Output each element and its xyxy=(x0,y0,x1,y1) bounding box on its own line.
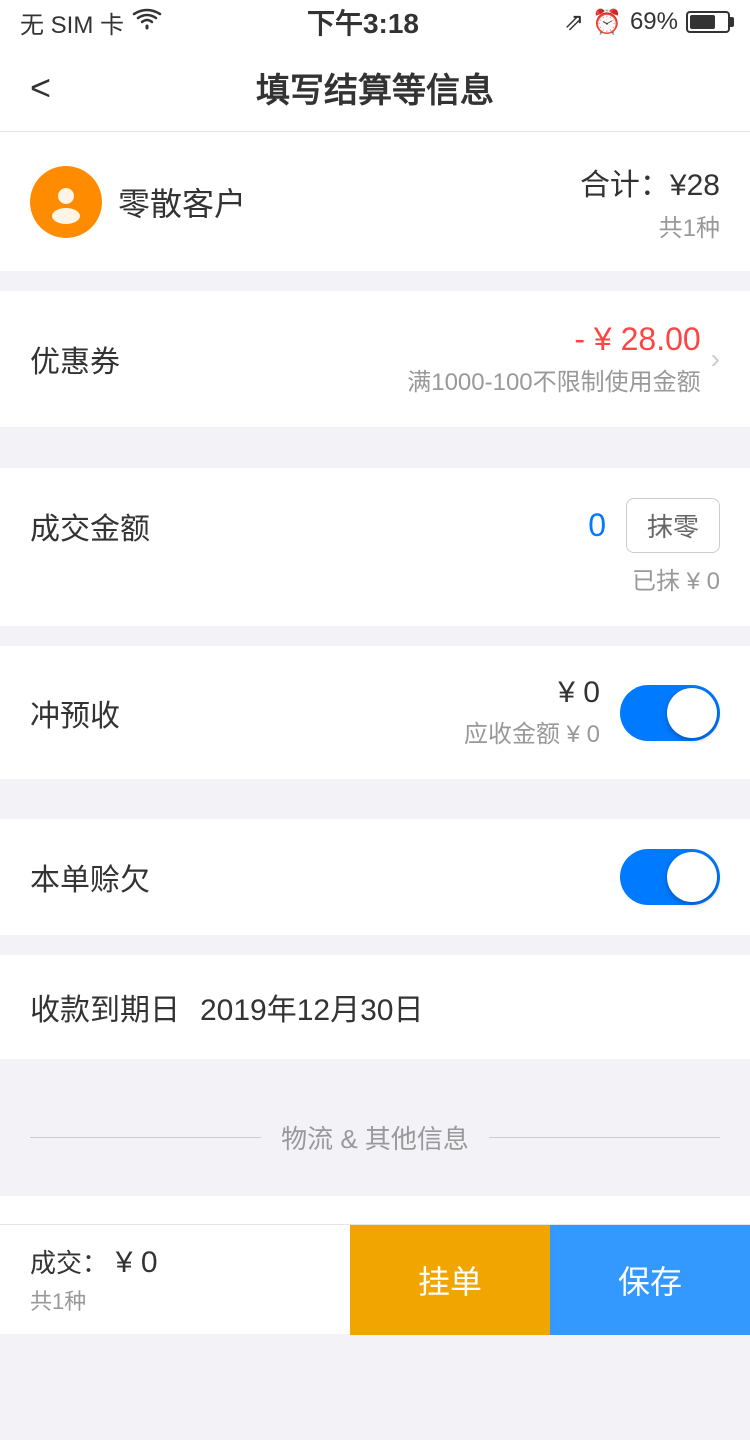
logistics-header: 物流 & 其他信息 xyxy=(0,1099,750,1176)
bottom-deal-row: 成交： ¥ 0 xyxy=(30,1243,320,1280)
deal-amount-right: 0 抹零 xyxy=(588,498,720,553)
bottom-deal-amount: ¥ 0 xyxy=(116,1246,158,1279)
coupon-desc: 满1000-100不限制使用金额 xyxy=(407,362,700,397)
bottom-summary: 成交： ¥ 0 共1种 xyxy=(0,1243,350,1316)
status-bar: 无 SIM 卡 下午3:18 ⇗ ⏰ 69% xyxy=(0,0,750,44)
customer-totals: 合计：¥28 共1种 xyxy=(580,160,720,243)
arrearage-toggle[interactable] xyxy=(620,849,720,905)
battery-icon xyxy=(686,11,730,33)
customer-name: 零散客户 xyxy=(118,179,246,225)
coupon-label: 优惠券 xyxy=(30,337,120,381)
prepay-label: 冲预收 xyxy=(30,691,120,735)
save-button[interactable]: 保存 xyxy=(550,1225,750,1335)
section-divider-3 xyxy=(0,1079,750,1099)
customer-row: 零散客户 合计：¥28 共1种 xyxy=(0,132,750,271)
deal-amount-row: 成交金额 0 抹零 xyxy=(30,498,720,553)
bottom-bar: 成交： ¥ 0 共1种 挂单 保存 xyxy=(0,1224,750,1334)
coupon-info: - ¥ 28.00 满1000-100不限制使用金额 xyxy=(407,321,700,397)
status-time: 下午3:18 xyxy=(307,2,419,42)
prepay-toggle[interactable] xyxy=(620,685,720,741)
status-left: 无 SIM 卡 xyxy=(20,5,162,40)
location-icon: ⇗ xyxy=(564,8,584,37)
logistics-line-left xyxy=(30,1137,261,1138)
back-button[interactable]: < xyxy=(30,67,51,109)
prepay-amount-info: ¥ 0 应收金额 ¥ 0 xyxy=(464,676,600,749)
prepay-sub: 应收金额 ¥ 0 xyxy=(464,714,600,749)
section-divider-1 xyxy=(0,448,750,468)
customer-total: 合计：¥28 xyxy=(580,160,720,204)
coupon-right: - ¥ 28.00 满1000-100不限制使用金额 › xyxy=(407,321,720,397)
customer-count: 共1种 xyxy=(580,208,720,243)
hold-button[interactable]: 挂单 xyxy=(350,1225,550,1335)
nav-bar: < 填写结算等信息 xyxy=(0,44,750,132)
deal-amount-section: 成交金额 0 抹零 已抹 ¥ 0 xyxy=(0,468,750,626)
page-title: 填写结算等信息 xyxy=(256,63,494,112)
wifi-icon xyxy=(132,8,162,37)
prepay-amount: ¥ 0 xyxy=(464,676,600,710)
prepay-row: 冲预收 ¥ 0 应收金额 ¥ 0 xyxy=(30,676,720,749)
logistics-text: 物流 & 其他信息 xyxy=(281,1119,469,1156)
deal-amount-sub: 已抹 ¥ 0 xyxy=(30,561,720,596)
duedate-section: 收款到期日 2019年12月30日 xyxy=(0,955,750,1059)
coupon-discount: - ¥ 28.00 xyxy=(407,321,700,358)
arrearage-toggle-thumb xyxy=(667,852,717,902)
customer-info: 零散客户 xyxy=(30,166,246,238)
prepay-right: ¥ 0 应收金额 ¥ 0 xyxy=(464,676,720,749)
battery-percent: 69% xyxy=(630,8,678,36)
deal-amount-value[interactable]: 0 xyxy=(588,507,606,544)
arrearage-label: 本单赊欠 xyxy=(30,855,150,899)
coupon-row[interactable]: 优惠券 - ¥ 28.00 满1000-100不限制使用金额 › xyxy=(0,291,750,428)
logistics-line-right xyxy=(489,1137,720,1138)
status-right: ⇗ ⏰ 69% xyxy=(564,8,730,37)
section-divider-2 xyxy=(0,799,750,819)
carrier-text: 无 SIM 卡 xyxy=(20,5,124,40)
deal-amount-label: 成交金额 xyxy=(30,504,150,548)
chevron-right-icon: › xyxy=(711,343,720,375)
toggle-thumb xyxy=(667,688,717,738)
prepay-section: 冲预收 ¥ 0 应收金额 ¥ 0 xyxy=(0,646,750,779)
bottom-count: 共1种 xyxy=(30,1284,320,1316)
round-zero-button[interactable]: 抹零 xyxy=(626,498,720,553)
duedate-value: 2019年12月30日 xyxy=(200,985,423,1029)
duedate-label: 收款到期日 xyxy=(30,985,180,1029)
alarm-icon: ⏰ xyxy=(592,8,622,37)
bottom-deal-label: 成交： xyxy=(30,1248,108,1278)
avatar xyxy=(30,166,102,238)
arrearage-section: 本单赊欠 xyxy=(0,819,750,935)
